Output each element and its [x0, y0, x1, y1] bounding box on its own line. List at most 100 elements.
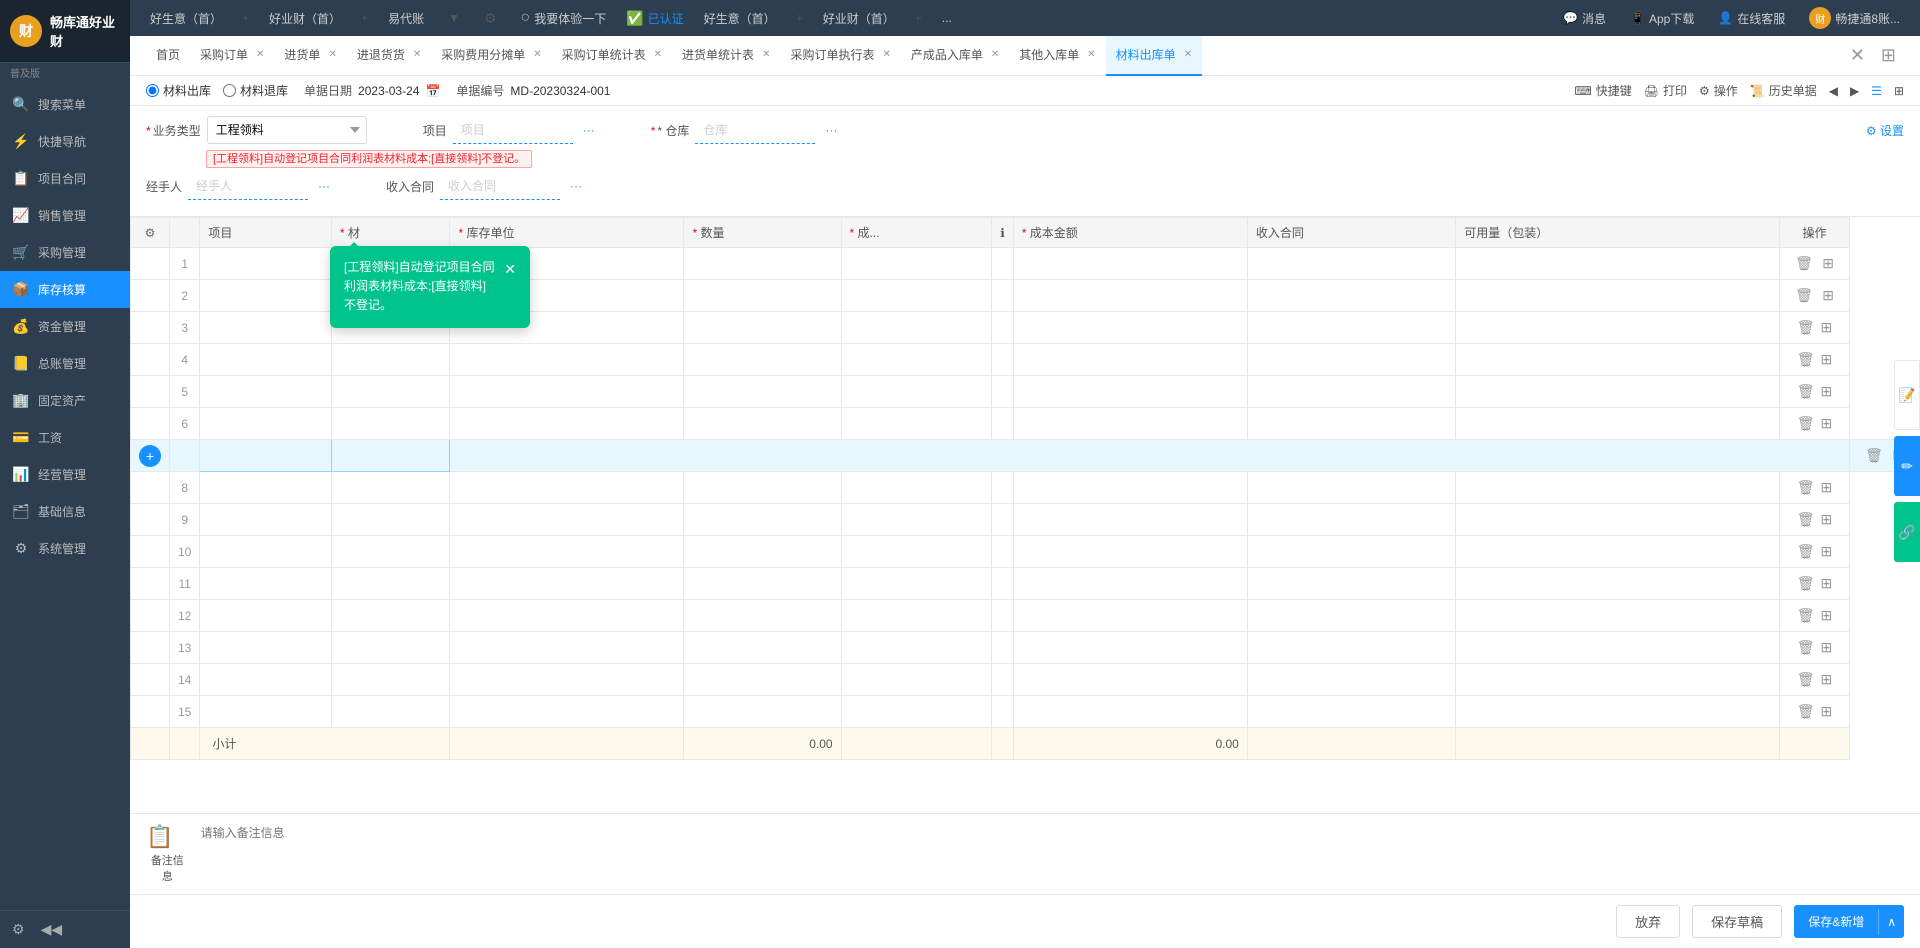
brand-nav-item-6[interactable]: ...	[938, 11, 956, 25]
tab-purchase-exec[interactable]: 采购订单执行表 ✕	[780, 36, 900, 76]
handler-input[interactable]: 经手人	[188, 172, 308, 200]
td-qty-2[interactable]	[684, 280, 841, 312]
copy-row-6-btn[interactable]: ⊞	[1821, 415, 1833, 431]
tab-purchase-return[interactable]: 进退货货 ✕	[347, 36, 431, 76]
tab-purchase-order[interactable]: 采购订单 ✕	[190, 36, 274, 76]
sidebar-item-project[interactable]: 📋 项目合同	[0, 160, 130, 197]
sidebar-item-quick-nav[interactable]: ⚡ 快捷导航	[0, 123, 130, 160]
close-tab-material-out[interactable]: ✕	[1184, 49, 1192, 60]
warehouse-dots-btn[interactable]: ···	[825, 123, 837, 137]
message-btn[interactable]: 💬消息	[1559, 10, 1610, 27]
history-btn[interactable]: 📜 历史单据	[1750, 82, 1817, 99]
copy-row-11-btn[interactable]: ⊞	[1821, 575, 1833, 591]
project-input[interactable]: 项目	[453, 116, 573, 144]
save-new-arrow-btn[interactable]: ∧	[1878, 909, 1904, 935]
list-view-btn[interactable]: ☰	[1871, 84, 1882, 98]
close-tab-purchase-expense[interactable]: ✕	[533, 49, 541, 60]
delete-row-4-btn[interactable]: 🗑	[1797, 351, 1815, 367]
sidebar-item-payroll[interactable]: 💳 工资	[0, 419, 130, 456]
close-tab-other-in[interactable]: ✕	[1087, 49, 1095, 60]
online-service-btn[interactable]: 👤在线客服	[1714, 10, 1789, 27]
quick-key-btn[interactable]: ⌨ 快捷键	[1574, 82, 1631, 99]
delete-row-10-btn[interactable]: 🗑	[1797, 543, 1815, 559]
app-download-btn[interactable]: 📱App下载	[1626, 10, 1698, 27]
tab-home[interactable]: 首页	[146, 36, 190, 76]
radio-material-out[interactable]: 材料出库	[146, 82, 211, 99]
operations-btn[interactable]: ⚙ 操作	[1699, 82, 1738, 99]
right-panel-btn-1[interactable]: 📝	[1894, 360, 1920, 430]
delete-row-5-btn[interactable]: 🗑	[1797, 383, 1815, 399]
delete-row-2-btn[interactable]: 🗑	[1795, 287, 1813, 303]
close-tab-purchase-order[interactable]: ✕	[256, 49, 264, 60]
right-panel-btn-2[interactable]: ✏	[1894, 436, 1920, 496]
delete-row-14-btn[interactable]: 🗑	[1797, 671, 1815, 687]
td-cost-2[interactable]	[841, 280, 992, 312]
radio-material-return[interactable]: 材料退库	[223, 82, 288, 99]
sidebar-item-ledger[interactable]: 📒 总账管理	[0, 345, 130, 382]
td-available-qty-1[interactable]	[1456, 248, 1780, 280]
business-type-select[interactable]: 工程领料	[207, 116, 367, 144]
table-gear-icon[interactable]: ⚙	[145, 226, 156, 240]
detail-view-btn[interactable]: ⊞	[1894, 84, 1904, 98]
save-new-main-btn[interactable]: 保存&新增	[1794, 907, 1878, 936]
doc-number-value[interactable]: MD-20230324-001	[510, 84, 610, 98]
td-project-2[interactable]	[200, 280, 331, 312]
close-tab-purchase-in[interactable]: ✕	[328, 49, 336, 60]
td-cost-amount-1[interactable]	[1013, 248, 1247, 280]
close-tab-purchase-in-stats[interactable]: ✕	[762, 49, 770, 60]
close-all-tabs[interactable]: ✕	[1842, 45, 1873, 66]
sidebar-item-base-info[interactable]: 🗂 基础信息	[0, 493, 130, 530]
income-contract-input[interactable]: 收入合同	[440, 172, 560, 200]
collapse-icon[interactable]: ◀◀	[41, 921, 63, 938]
prev-doc-btn[interactable]: ◀	[1829, 84, 1838, 98]
print-btn[interactable]: 🖨 打印	[1644, 82, 1687, 99]
tab-purchase-stats[interactable]: 采购订单统计表 ✕	[552, 36, 672, 76]
th-gear[interactable]: ⚙	[131, 218, 170, 248]
brand-nav-item-3[interactable]: 易代账	[384, 10, 428, 27]
add-row-btn[interactable]: +	[139, 445, 161, 467]
tab-product-in[interactable]: 产成品入库单 ✕	[901, 36, 1009, 76]
delete-row-3-btn[interactable]: 🗑	[1797, 319, 1815, 335]
income-contract-dots-btn[interactable]: ···	[570, 179, 582, 193]
discard-button[interactable]: 放弃	[1616, 905, 1680, 938]
close-tab-purchase-stats[interactable]: ✕	[654, 49, 662, 60]
copy-row-2-btn[interactable]: ⊞	[1822, 287, 1834, 303]
copy-row-8-btn[interactable]: ⊞	[1821, 479, 1833, 495]
calendar-icon[interactable]: 📅	[425, 84, 440, 98]
delete-row-11-btn[interactable]: 🗑	[1797, 575, 1815, 591]
copy-row-4-btn[interactable]: ⊞	[1821, 351, 1833, 367]
sidebar-item-operations[interactable]: 📊 经营管理	[0, 456, 130, 493]
tab-other-in[interactable]: 其他入库单 ✕	[1009, 36, 1105, 76]
td-income-contract-2[interactable]	[1247, 280, 1455, 312]
brand-nav-item-5[interactable]: 好业财（首）	[819, 10, 899, 27]
close-tab-purchase-exec[interactable]: ✕	[882, 49, 890, 60]
close-tab-purchase-return[interactable]: ✕	[413, 49, 421, 60]
td-cost-amount-2[interactable]	[1013, 280, 1247, 312]
td-cost-1[interactable]	[841, 248, 992, 280]
gear-brand-icon[interactable]: ⚙	[484, 10, 497, 27]
save-draft-button[interactable]: 保存草稿	[1692, 905, 1782, 938]
sidebar-item-sales[interactable]: 📈 销售管理	[0, 197, 130, 234]
brand-nav-experience[interactable]: ○ 我要体验一下	[517, 9, 611, 27]
copy-row-15-btn[interactable]: ⊞	[1821, 703, 1833, 719]
brand-nav-item-1[interactable]: 好生意（首）	[146, 10, 226, 27]
delete-row-8-btn[interactable]: 🗑	[1797, 479, 1815, 495]
settings-bottom-icon[interactable]: ⚙	[12, 921, 25, 938]
copy-row-1-btn[interactable]: ⊞	[1822, 255, 1834, 271]
delete-row-15-btn[interactable]: 🗑	[1797, 703, 1815, 719]
copy-row-5-btn[interactable]: ⊞	[1821, 383, 1833, 399]
warehouse-input[interactable]: 仓库	[695, 116, 815, 144]
copy-row-3-btn[interactable]: ⊞	[1821, 319, 1833, 335]
next-doc-btn[interactable]: ▶	[1850, 84, 1859, 98]
sidebar-item-finance[interactable]: 💰 资金管理	[0, 308, 130, 345]
delete-row-1-btn[interactable]: 🗑	[1795, 255, 1813, 271]
notes-textarea[interactable]	[201, 824, 1904, 864]
delete-row-12-btn[interactable]: 🗑	[1797, 607, 1815, 623]
delete-add-row-btn[interactable]: 🗑	[1865, 447, 1883, 463]
copy-row-9-btn[interactable]: ⊞	[1821, 511, 1833, 527]
delete-row-9-btn[interactable]: 🗑	[1797, 511, 1815, 527]
tooltip-close-btn[interactable]: ✕	[504, 258, 516, 280]
right-panel-btn-3[interactable]: 🔗	[1894, 502, 1920, 562]
tab-purchase-in[interactable]: 进货单 ✕	[274, 36, 346, 76]
tab-material-out[interactable]: 材料出库单 ✕	[1106, 36, 1202, 76]
